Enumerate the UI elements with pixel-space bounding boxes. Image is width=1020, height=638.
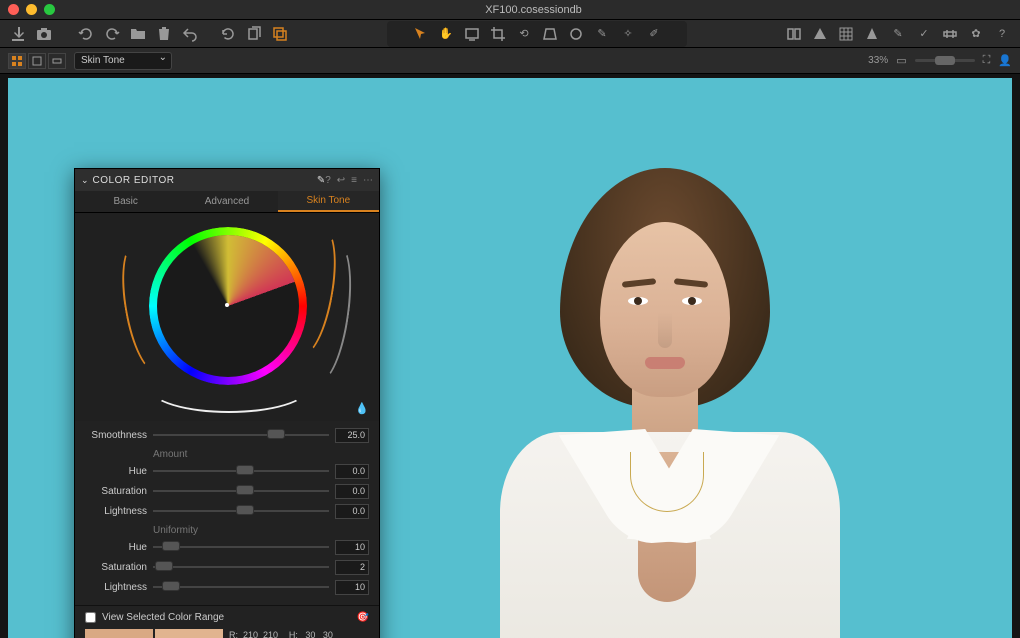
amount-light-value[interactable]: 0.0 (335, 504, 369, 519)
panel-presets-icon[interactable]: ≡ (351, 175, 357, 186)
trash-icon[interactable] (154, 24, 174, 44)
uni-hue-label: Hue (85, 542, 147, 553)
zoom-out-icon[interactable]: ▭ (896, 54, 906, 67)
pin-icon[interactable]: ✎ (317, 175, 325, 186)
straighten-icon[interactable]: ⟲ (514, 24, 534, 44)
panel-header[interactable]: ⌄ COLOR EDITOR ✎ ? ↩ ≡ ⋯ (75, 169, 379, 191)
sub-toolbar: Skin Tone 33% ▭ ⛶ 👤 (0, 48, 1020, 74)
annotation-icon[interactable] (862, 24, 882, 44)
amount-light-label: Lightness (85, 506, 147, 517)
grid-icon[interactable] (836, 24, 856, 44)
viewer-image (440, 152, 860, 638)
layers-icon[interactable] (270, 24, 290, 44)
settings-icon[interactable]: ✿ (966, 24, 986, 44)
amount-light-slider[interactable] (153, 510, 329, 512)
amount-sat-slider[interactable] (153, 490, 329, 492)
amount-hue-slider[interactable] (153, 470, 329, 472)
color-wheel-area[interactable]: 💧 (75, 213, 379, 421)
presets-icon[interactable] (940, 24, 960, 44)
loupe-icon[interactable]: ✓ (914, 24, 934, 44)
uni-sat-value[interactable]: 2 (335, 560, 369, 575)
amount-sat-value[interactable]: 0.0 (335, 484, 369, 499)
amount-hue-label: Hue (85, 466, 147, 477)
uni-light-label: Lightness (85, 582, 147, 593)
window-zoom[interactable] (44, 4, 55, 15)
user-icon[interactable]: 👤 (998, 54, 1012, 67)
color-swatch-1[interactable] (85, 629, 153, 638)
exposure-warning-icon[interactable] (810, 24, 830, 44)
reset-icon[interactable] (218, 24, 238, 44)
color-editor-panel: ⌄ COLOR EDITOR ✎ ? ↩ ≡ ⋯ Basic Advanced … (74, 168, 380, 638)
view-switch-icon[interactable] (784, 24, 804, 44)
window-close[interactable] (8, 4, 19, 15)
view-mode-grid[interactable] (8, 53, 26, 69)
uni-sat-label: Saturation (85, 562, 147, 573)
collapse-icon[interactable]: ⌄ (81, 175, 89, 186)
view-mode-single[interactable] (28, 53, 46, 69)
window-title: XF100.cosessiondb (55, 4, 1012, 16)
copy-adjustments-icon[interactable] (244, 24, 264, 44)
smoothness-value[interactable]: 25.0 (335, 428, 369, 443)
view-selected-range-row[interactable]: View Selected Color Range 🎯 (85, 612, 369, 623)
folder-open-icon[interactable] (128, 24, 148, 44)
amount-section-label: Amount (153, 449, 369, 460)
view-mode-film[interactable] (48, 53, 66, 69)
range-eyedropper-icon[interactable]: 🎯 (357, 612, 369, 623)
view-selected-range-checkbox[interactable] (85, 612, 96, 623)
mask-tool-icon[interactable]: ✧ (618, 24, 638, 44)
cursor-tool-icon[interactable] (410, 24, 430, 44)
viewer-area[interactable]: ⌄ COLOR EDITOR ✎ ? ↩ ≡ ⋯ Basic Advanced … (0, 74, 1020, 638)
view-selected-range-label: View Selected Color Range (102, 612, 224, 623)
uni-hue-value[interactable]: 10 (335, 540, 369, 555)
uni-sat-slider[interactable] (153, 566, 329, 568)
rgb-hsv-readout: R: 210 210 H: 30 30 G: 173 173 S: 91 91 … (229, 629, 337, 638)
titlebar: XF100.cosessiondb (0, 0, 1020, 20)
amount-sat-label: Saturation (85, 486, 147, 497)
arc-lightness[interactable] (149, 363, 309, 413)
main-toolbar: ✋ ⟲ ✎ ✧ ✐ ✎ ✓ ✿ ? (0, 20, 1020, 48)
panel-help-icon[interactable]: ? (325, 175, 331, 186)
uniformity-section-label: Uniformity (153, 525, 369, 536)
undo-icon[interactable] (180, 24, 200, 44)
camera-icon[interactable] (34, 24, 54, 44)
heal-tool-icon[interactable]: ✎ (592, 24, 612, 44)
panel-title: COLOR EDITOR (93, 175, 313, 186)
hand-tool-icon[interactable]: ✋ (436, 24, 456, 44)
crop-tool-icon[interactable] (488, 24, 508, 44)
tool-select[interactable]: Skin Tone (74, 52, 172, 70)
amount-hue-value[interactable]: 0.0 (335, 464, 369, 479)
tab-advanced[interactable]: Advanced (176, 191, 277, 212)
zoom-fit-icon[interactable]: ⛶ (983, 54, 991, 67)
keystone-icon[interactable] (540, 24, 560, 44)
tab-skin-tone[interactable]: Skin Tone (278, 191, 379, 212)
panel-reset-icon[interactable]: ↩ (337, 175, 345, 186)
tab-basic[interactable]: Basic (75, 191, 176, 212)
uni-light-value[interactable]: 10 (335, 580, 369, 595)
rotate-right-icon[interactable] (102, 24, 122, 44)
uni-hue-slider[interactable] (153, 546, 329, 548)
panel-menu-icon[interactable]: ⋯ (363, 175, 373, 186)
brush-tool-icon[interactable]: ✐ (644, 24, 664, 44)
eyedropper-icon[interactable]: 💧 (355, 402, 369, 415)
help-icon[interactable]: ? (992, 24, 1012, 44)
smoothness-label: Smoothness (85, 430, 147, 441)
uni-light-slider[interactable] (153, 586, 329, 588)
zoom-slider[interactable] (915, 59, 975, 62)
color-swatch-2[interactable] (155, 629, 223, 638)
window-minimize[interactable] (26, 4, 37, 15)
output-icon[interactable] (462, 24, 482, 44)
rotate-left-icon[interactable] (76, 24, 96, 44)
picker-icon[interactable]: ✎ (888, 24, 908, 44)
zoom-percentage: 33% (868, 55, 888, 66)
smoothness-slider[interactable] (153, 434, 329, 436)
spot-tool-icon[interactable] (566, 24, 586, 44)
import-icon[interactable] (8, 24, 28, 44)
